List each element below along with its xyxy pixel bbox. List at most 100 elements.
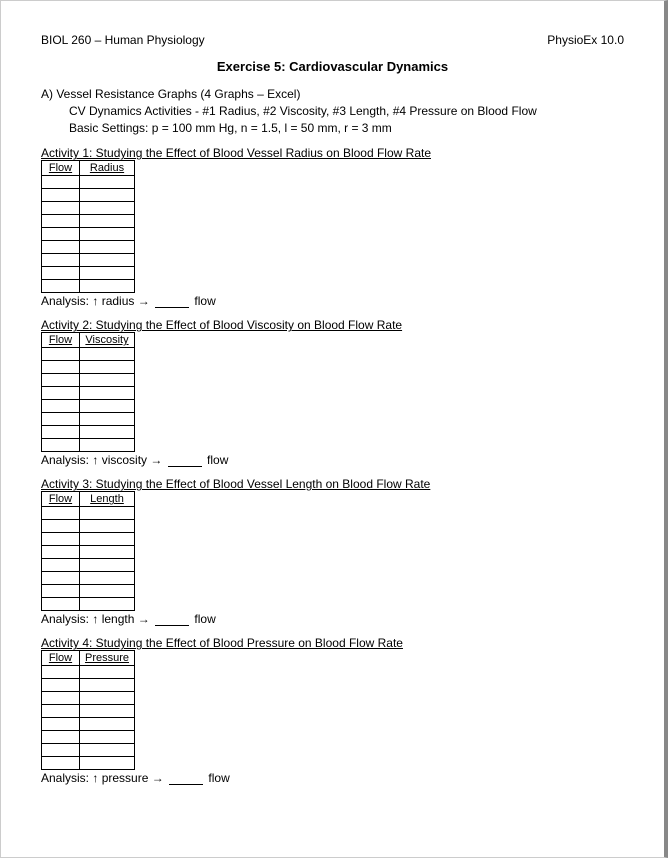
cell-flow — [42, 507, 80, 520]
cell-flow — [42, 705, 80, 718]
arrow-right-icon — [152, 771, 164, 785]
cell-flow — [42, 744, 80, 757]
cell-flow — [42, 280, 80, 293]
page-header: BIOL 260 – Human Physiology PhysioEx 10.… — [41, 33, 624, 47]
table-row — [42, 387, 135, 400]
cell-flow — [42, 546, 80, 559]
blank-fill-line — [155, 307, 189, 308]
analysis-variable: radius — [98, 294, 137, 308]
table-header-variable: Radius — [80, 161, 135, 176]
analysis-variable: length — [98, 612, 137, 626]
table-row — [42, 572, 135, 585]
analysis-suffix: flow — [205, 771, 230, 785]
section-intro: A) Vessel Resistance Graphs (4 Graphs – … — [41, 86, 624, 136]
cell-variable — [80, 387, 135, 400]
analysis-suffix: flow — [204, 453, 229, 467]
data-table: FlowLength — [41, 491, 135, 611]
table-row — [42, 254, 135, 267]
blank-fill-line — [168, 466, 202, 467]
cell-variable — [80, 348, 135, 361]
analysis-variable: viscosity — [98, 453, 150, 467]
cell-flow — [42, 559, 80, 572]
table-row — [42, 705, 135, 718]
cell-flow — [42, 387, 80, 400]
cell-flow — [42, 520, 80, 533]
cell-variable — [80, 546, 135, 559]
cell-flow — [42, 176, 80, 189]
table-row — [42, 585, 135, 598]
table-row — [42, 361, 135, 374]
activity-block: Activity 4: Studying the Effect of Blood… — [41, 636, 624, 785]
cell-variable — [80, 744, 135, 757]
cell-flow — [42, 598, 80, 611]
table-row — [42, 520, 135, 533]
cell-flow — [42, 202, 80, 215]
cell-flow — [42, 533, 80, 546]
table-row — [42, 744, 135, 757]
cell-variable — [80, 533, 135, 546]
analysis-line: Analysis: length flow — [41, 612, 624, 626]
table-header-flow: Flow — [42, 492, 80, 507]
blank-fill-line — [169, 784, 203, 785]
analysis-line: Analysis: pressure flow — [41, 771, 624, 785]
arrow-right-icon — [138, 294, 150, 308]
analysis-suffix: flow — [191, 612, 216, 626]
table-row — [42, 426, 135, 439]
cell-flow — [42, 400, 80, 413]
cell-variable — [80, 507, 135, 520]
cell-variable — [80, 520, 135, 533]
cell-variable — [80, 215, 135, 228]
cell-flow — [42, 757, 80, 770]
cell-flow — [42, 718, 80, 731]
table-row — [42, 413, 135, 426]
cell-variable — [80, 228, 135, 241]
cell-variable — [80, 757, 135, 770]
cell-variable — [80, 679, 135, 692]
table-row — [42, 692, 135, 705]
cell-variable — [80, 559, 135, 572]
intro-line-c: Basic Settings: p = 100 mm Hg, n = 1.5, … — [41, 120, 624, 137]
table-row — [42, 731, 135, 744]
cell-flow — [42, 348, 80, 361]
cell-flow — [42, 228, 80, 241]
table-row — [42, 718, 135, 731]
table-row — [42, 267, 135, 280]
cell-variable — [80, 572, 135, 585]
table-row — [42, 679, 135, 692]
table-row — [42, 533, 135, 546]
analysis-prefix: Analysis: — [41, 294, 92, 308]
header-right: PhysioEx 10.0 — [547, 33, 624, 47]
blank-fill-line — [155, 625, 189, 626]
cell-variable — [80, 267, 135, 280]
data-table: FlowPressure — [41, 650, 135, 770]
table-header-variable: Pressure — [80, 651, 135, 666]
cell-variable — [80, 666, 135, 679]
table-row — [42, 546, 135, 559]
activities-container: Activity 1: Studying the Effect of Blood… — [41, 146, 624, 785]
exercise-title: Exercise 5: Cardiovascular Dynamics — [41, 59, 624, 74]
cell-variable — [80, 374, 135, 387]
cell-variable — [80, 439, 135, 452]
table-row — [42, 202, 135, 215]
cell-variable — [80, 585, 135, 598]
cell-variable — [80, 361, 135, 374]
cell-flow — [42, 361, 80, 374]
cell-variable — [80, 705, 135, 718]
cell-variable — [80, 731, 135, 744]
cell-flow — [42, 666, 80, 679]
table-row — [42, 374, 135, 387]
table-row — [42, 598, 135, 611]
cell-variable — [80, 254, 135, 267]
table-header-variable: Length — [80, 492, 135, 507]
intro-line-b: CV Dynamics Activities - #1 Radius, #2 V… — [41, 103, 624, 120]
cell-flow — [42, 189, 80, 202]
cell-flow — [42, 439, 80, 452]
intro-line-a: A) Vessel Resistance Graphs (4 Graphs – … — [41, 87, 300, 101]
cell-variable — [80, 202, 135, 215]
table-header-variable: Viscosity — [80, 333, 135, 348]
cell-flow — [42, 692, 80, 705]
cell-variable — [80, 280, 135, 293]
cell-variable — [80, 400, 135, 413]
activity-title: Activity 4: Studying the Effect of Blood… — [41, 636, 624, 650]
activity-title: Activity 1: Studying the Effect of Blood… — [41, 146, 624, 160]
